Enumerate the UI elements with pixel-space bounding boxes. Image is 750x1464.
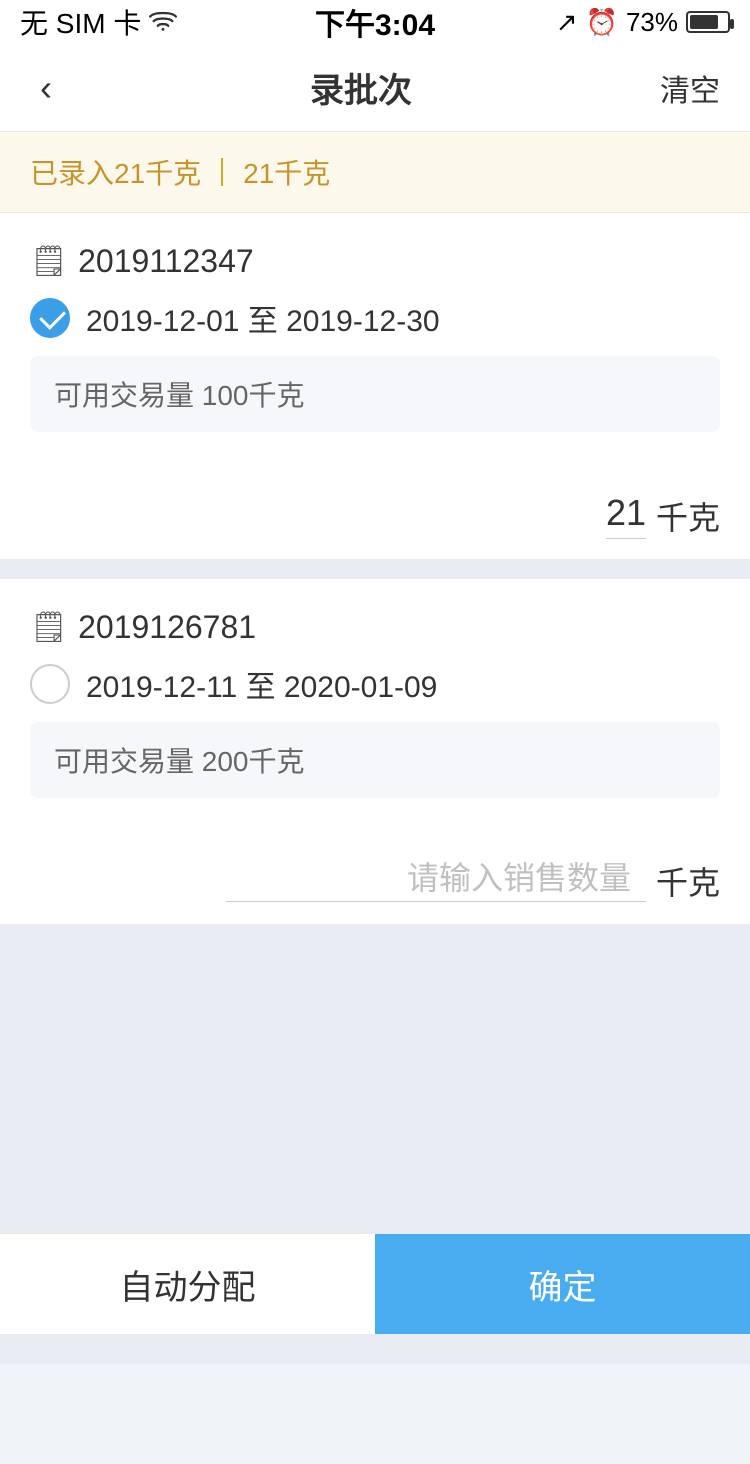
back-button[interactable]: ‹ [30,57,62,119]
batch-1-header: 🗒 2019112347 [30,243,720,280]
batch-2-id: 2019126781 [78,609,256,646]
battery-text: 73% [626,7,678,38]
recorded-label: 已录入21千克 [30,152,201,192]
info-divider [221,158,223,186]
status-time: 下午3:04 [315,0,435,44]
location-icon: ↗ [556,7,578,38]
nav-title: 录批次 [310,63,412,112]
wifi-icon [149,6,177,38]
batch-2-date-row[interactable]: 2019-12-11 至 2020-01-09 [30,662,720,706]
batch-1-unit: 千克 [656,493,720,539]
batch-1-radio[interactable] [30,298,70,338]
batch-1-quantity-row: 21 千克 [0,472,750,559]
carrier-text: 无 SIM 卡 [20,2,141,42]
bottom-bar: 自动分配 确定 [0,1234,750,1334]
batch-1-date: 2019-12-01 至 2019-12-30 [86,296,440,340]
batch-2-input-row[interactable]: 千克 [0,838,750,924]
recorded-value: 21千克 [243,152,330,192]
info-banner: 已录入21千克 21千克 [0,132,750,213]
batch-2-quantity-input[interactable] [226,860,646,902]
auto-distribute-button[interactable]: 自动分配 [0,1234,375,1334]
doc-icon-2: 🗒 [30,610,68,645]
batch-item-1: 🗒 2019112347 2019-12-01 至 2019-12-30 可用交… [0,213,750,472]
batch-2-header: 🗒 2019126781 [30,609,720,646]
batch-1-date-row[interactable]: 2019-12-01 至 2019-12-30 [30,296,720,340]
status-left: 无 SIM 卡 [20,2,177,42]
batch-2-radio[interactable] [30,664,70,704]
batch-item-2: 🗒 2019126781 2019-12-11 至 2020-01-09 可用交… [0,579,750,838]
status-bar: 无 SIM 卡 下午3:04 ↗ ⏰ 73% [0,0,750,44]
battery-icon [686,11,730,33]
batch-1-quantity: 21 [606,492,646,539]
doc-icon-1: 🗒 [30,244,68,279]
batch-1-available: 可用交易量 100千克 [30,356,720,432]
batch-2-unit: 千克 [656,858,720,904]
section-divider-1 [0,559,750,579]
nav-bar: ‹ 录批次 清空 [0,44,750,132]
batch-2-available: 可用交易量 200千克 [30,722,720,798]
batch-2-date: 2019-12-11 至 2020-01-09 [86,662,437,706]
alarm-icon: ⏰ [586,7,618,38]
status-right: ↗ ⏰ 73% [556,7,730,38]
confirm-button[interactable]: 确定 [375,1234,750,1334]
batch-1-id: 2019112347 [78,243,254,280]
clear-button[interactable]: 清空 [660,66,720,110]
